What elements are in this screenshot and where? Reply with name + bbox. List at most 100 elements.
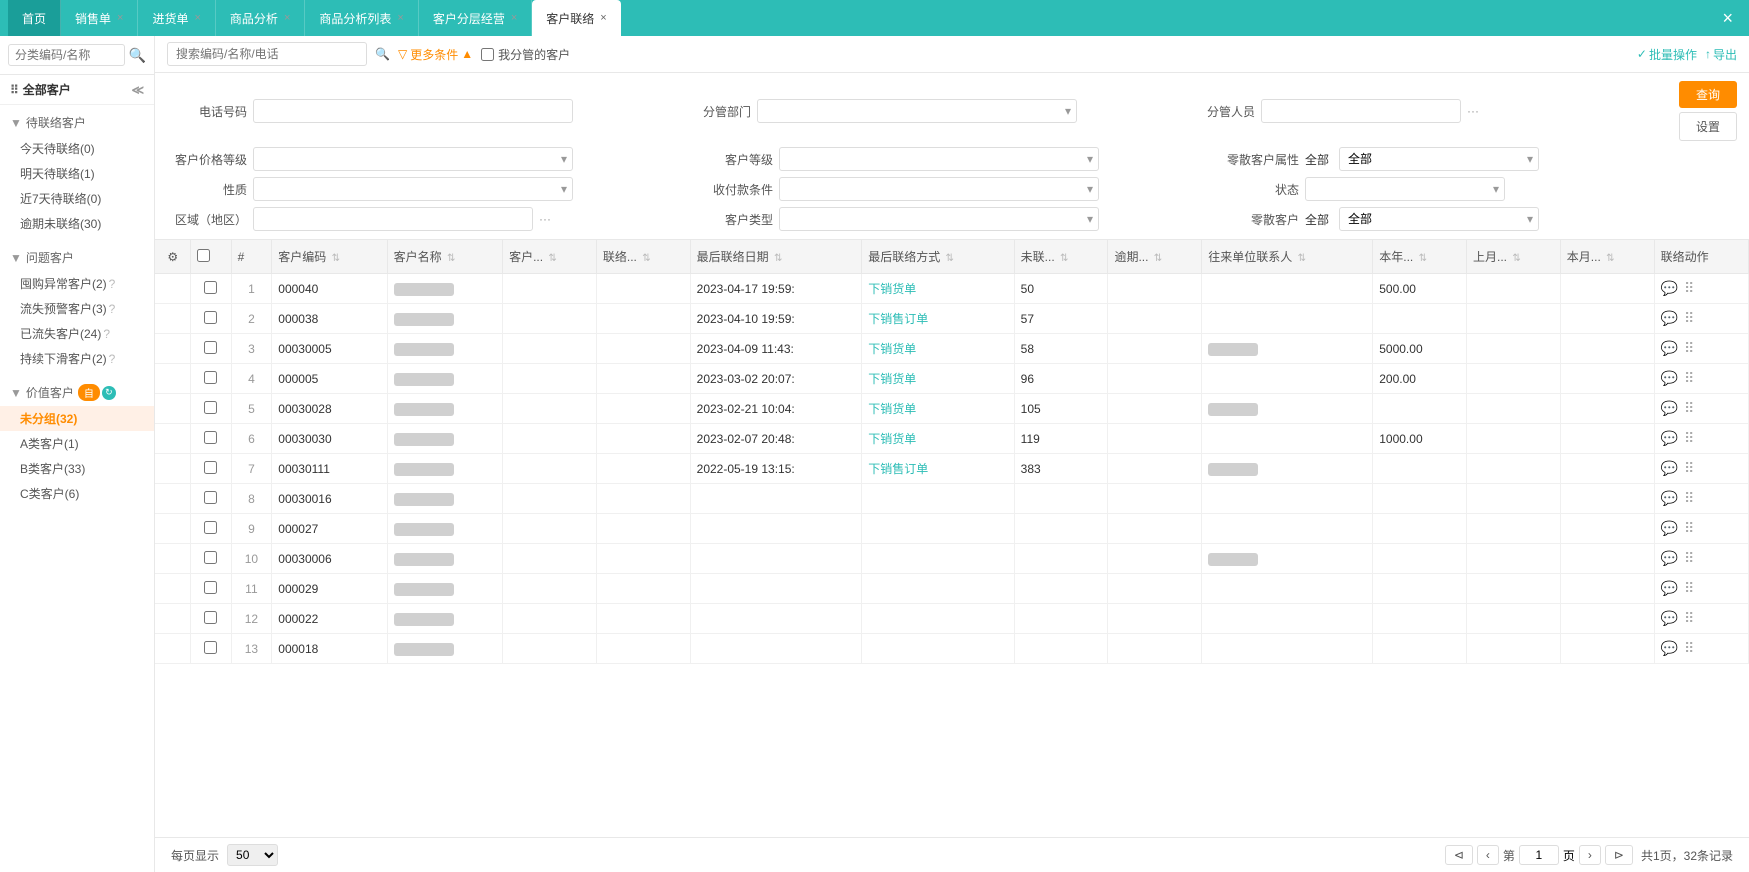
sidebar-item-overdue[interactable]: 逾期未联络(30) — [0, 211, 154, 236]
cust-type-select[interactable] — [779, 207, 1099, 231]
prev-page-btn[interactable]: ‹ — [1477, 845, 1499, 865]
sidebar-item-tomorrow[interactable]: 明天待联络(1) — [0, 161, 154, 186]
row-checkbox-1[interactable] — [204, 311, 217, 324]
tab-home[interactable]: 首页 — [8, 0, 61, 36]
tab-sales[interactable]: 销售单 × — [61, 0, 138, 36]
price-level-select[interactable] — [253, 147, 573, 171]
cell-checkbox[interactable] — [191, 484, 231, 514]
chat-icon[interactable]: 💬 — [1661, 430, 1678, 447]
th-overdue[interactable]: 逾期... ⇅ — [1108, 240, 1202, 274]
tab-customer-tier-close[interactable]: × — [511, 12, 517, 24]
cell-checkbox[interactable] — [191, 304, 231, 334]
th-settings[interactable]: ⚙ — [155, 240, 191, 274]
cell-checkbox[interactable] — [191, 364, 231, 394]
grid-action-icon[interactable]: ⠿ — [1684, 580, 1694, 597]
sidebar-value-header[interactable]: ▼ 价值客户 自 ↻ — [0, 379, 154, 406]
window-close-button[interactable]: × — [1714, 8, 1741, 29]
sidebar-all-customers[interactable]: ⠿ 全部客户 ≪ — [0, 75, 154, 105]
chat-icon[interactable]: 💬 — [1661, 490, 1678, 507]
reset-btn[interactable]: 设置 — [1679, 112, 1737, 141]
row-checkbox-6[interactable] — [204, 461, 217, 474]
cell-last-method[interactable]: 下销售订单 — [862, 454, 1014, 484]
row-checkbox-0[interactable] — [204, 281, 217, 294]
tab-sales-close[interactable]: × — [117, 12, 123, 24]
method-link[interactable]: 下销售订单 — [868, 462, 928, 476]
cell-last-method[interactable]: 下销货单 — [862, 394, 1014, 424]
page-size-select[interactable]: 50 10 20 100 — [227, 844, 278, 866]
row-checkbox-12[interactable] — [204, 641, 217, 654]
my-customers-check[interactable] — [481, 48, 494, 61]
cell-checkbox[interactable] — [191, 274, 231, 304]
cell-checkbox[interactable] — [191, 454, 231, 484]
grid-action-icon[interactable]: ⠿ — [1684, 400, 1694, 417]
cell-checkbox[interactable] — [191, 424, 231, 454]
method-link[interactable]: 下销售订单 — [868, 312, 928, 326]
grid-action-icon[interactable]: ⠿ — [1684, 310, 1694, 327]
export-btn[interactable]: ↑ 导出 — [1705, 46, 1737, 63]
cell-last-method[interactable]: 下销货单 — [862, 274, 1014, 304]
chat-icon[interactable]: 💬 — [1661, 400, 1678, 417]
grid-action-icon[interactable]: ⠿ — [1684, 610, 1694, 627]
last-page-btn[interactable]: ⊳ — [1605, 845, 1633, 865]
tab-goods-analysis[interactable]: 商品分析 × — [216, 0, 305, 36]
sidebar-item-hoarder[interactable]: 囤购异常客户(2) ? — [0, 271, 154, 296]
row-checkbox-8[interactable] — [204, 521, 217, 534]
row-checkbox-10[interactable] — [204, 581, 217, 594]
status-select[interactable] — [1305, 177, 1505, 201]
th-checkbox[interactable] — [191, 240, 231, 274]
grid-action-icon[interactable]: ⠿ — [1684, 490, 1694, 507]
method-link[interactable]: 下销货单 — [868, 282, 916, 296]
sidebar-item-class-a[interactable]: A类客户(1) — [0, 431, 154, 456]
grid-action-icon[interactable]: ⠿ — [1684, 280, 1694, 297]
chat-icon[interactable]: 💬 — [1661, 310, 1678, 327]
th-type[interactable]: 客户... ⇅ — [503, 240, 597, 274]
method-link[interactable]: 下销货单 — [868, 372, 916, 386]
grid-action-icon[interactable]: ⠿ — [1684, 640, 1694, 657]
tab-customer-tier[interactable]: 客户分层经营 × — [419, 0, 532, 36]
row-checkbox-5[interactable] — [204, 431, 217, 444]
chat-icon[interactable]: 💬 — [1661, 460, 1678, 477]
sidebar-search-icon[interactable]: 🔍 — [129, 47, 146, 64]
tab-purchase[interactable]: 进货单 × — [138, 0, 215, 36]
cell-checkbox[interactable] — [191, 574, 231, 604]
chat-icon[interactable]: 💬 — [1661, 340, 1678, 357]
grid-action-icon[interactable]: ⠿ — [1684, 520, 1694, 537]
sidebar-item-7days[interactable]: 近7天待联络(0) — [0, 186, 154, 211]
chat-icon[interactable]: 💬 — [1661, 520, 1678, 537]
th-no-contact[interactable]: 未联... ⇅ — [1014, 240, 1108, 274]
th-this-month[interactable]: 本月... ⇅ — [1560, 240, 1654, 274]
main-search-icon[interactable]: 🔍 — [375, 47, 390, 61]
cell-checkbox[interactable] — [191, 514, 231, 544]
row-checkbox-2[interactable] — [204, 341, 217, 354]
tab-goods-list-close[interactable]: × — [397, 12, 403, 24]
cust-level-select[interactable] — [779, 147, 1099, 171]
sidebar-item-ungrouped[interactable]: 未分组(32) — [0, 406, 154, 431]
grid-action-icon[interactable]: ⠿ — [1684, 460, 1694, 477]
tab-purchase-close[interactable]: × — [194, 12, 200, 24]
cell-checkbox[interactable] — [191, 334, 231, 364]
retail-attr-select[interactable]: 全部 — [1339, 147, 1539, 171]
row-checkbox-11[interactable] — [204, 611, 217, 624]
method-link[interactable]: 下销货单 — [868, 432, 916, 446]
grid-action-icon[interactable]: ⠿ — [1684, 340, 1694, 357]
chat-icon[interactable]: 💬 — [1661, 280, 1678, 297]
tab-customer-contact[interactable]: 客户联络 × — [532, 0, 620, 36]
chat-icon[interactable]: 💬 — [1661, 640, 1678, 657]
chat-icon[interactable]: 💬 — [1661, 610, 1678, 627]
th-unit-contact[interactable]: 往来单位联系人 ⇅ — [1202, 240, 1373, 274]
select-all-checkbox[interactable] — [197, 249, 210, 262]
chat-icon[interactable]: 💬 — [1661, 580, 1678, 597]
more-conditions-btn[interactable]: ▽ 更多条件 ▲ — [398, 46, 473, 63]
cell-checkbox[interactable] — [191, 394, 231, 424]
sidebar-item-today[interactable]: 今天待联络(0) — [0, 136, 154, 161]
main-search-input[interactable] — [167, 42, 367, 66]
phone-input[interactable] — [253, 99, 573, 123]
query-btn[interactable]: 查询 — [1679, 81, 1737, 108]
sidebar-item-class-c[interactable]: C类客户(6) — [0, 481, 154, 506]
gender-select[interactable] — [253, 177, 573, 201]
manager-dots[interactable]: ··· — [1467, 104, 1479, 118]
th-name[interactable]: 客户名称 ⇅ — [387, 240, 502, 274]
dept-select[interactable] — [757, 99, 1077, 123]
sidebar-item-class-b[interactable]: B类客户(33) — [0, 456, 154, 481]
cell-last-method[interactable]: 下销售订单 — [862, 304, 1014, 334]
